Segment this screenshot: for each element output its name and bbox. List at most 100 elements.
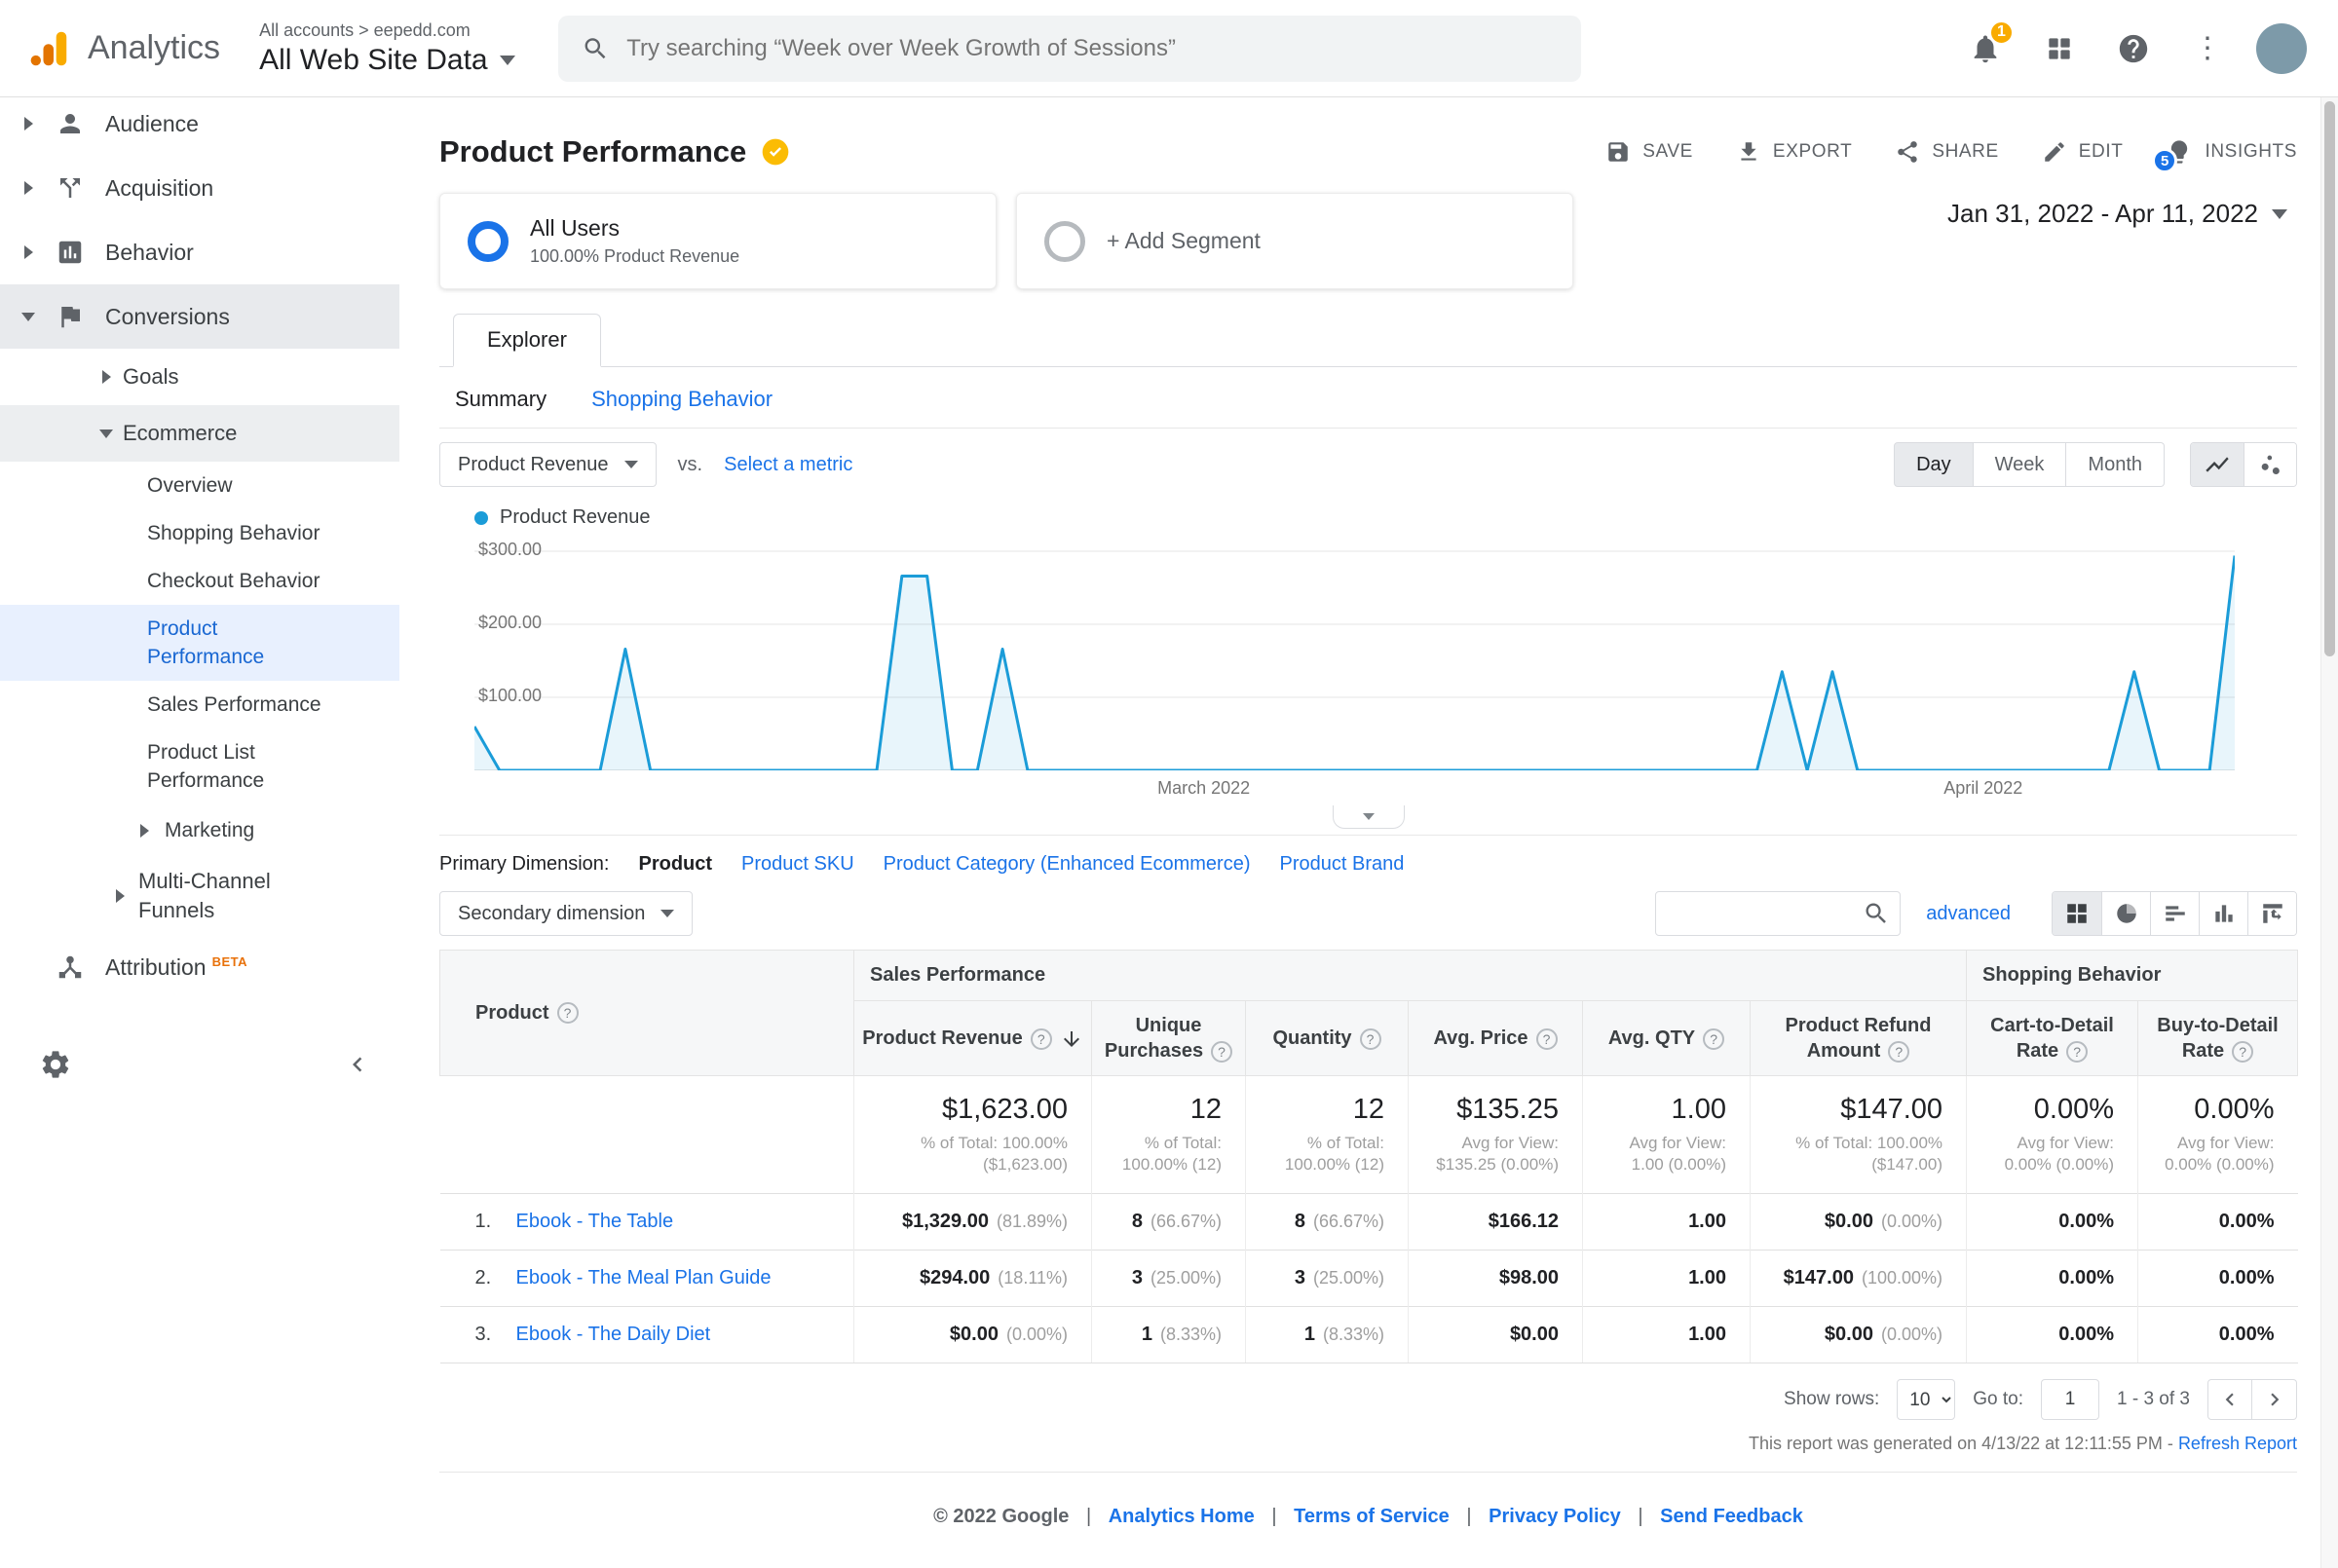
sidebar-item-audience[interactable]: Audience — [0, 97, 399, 156]
help-icon[interactable]: ? — [1888, 1040, 1910, 1063]
col-buy-to-detail-rate[interactable]: Buy-to-Detail Rate? — [2137, 1000, 2299, 1076]
group-sales-performance: Sales Performance — [852, 950, 1968, 1001]
help-icon[interactable]: ? — [1030, 1027, 1052, 1050]
scrollbar[interactable] — [2320, 97, 2338, 1568]
save-button[interactable]: SAVE — [1605, 139, 1693, 165]
add-segment-button[interactable]: + Add Segment — [1016, 193, 1573, 289]
help-icon[interactable]: ? — [556, 1002, 579, 1025]
analytics-logo[interactable]: Analytics — [0, 26, 220, 71]
account-switcher[interactable]: All accounts > eepedd.com All Web Site D… — [259, 20, 515, 77]
sidebar-item-goals[interactable]: Goals — [0, 349, 399, 405]
granularity-day[interactable]: Day — [1894, 442, 1974, 487]
sort-desc-icon[interactable] — [1060, 1027, 1083, 1051]
notifications-button[interactable]: 1 — [1956, 19, 2015, 78]
footer-link-privacy[interactable]: Privacy Policy — [1489, 1506, 1621, 1527]
col-product[interactable]: Product? — [439, 950, 854, 1076]
advanced-filter-link[interactable]: advanced — [1926, 903, 2011, 925]
search-icon[interactable] — [1863, 900, 1890, 927]
product-link[interactable]: Ebook - The Table — [516, 1211, 674, 1233]
col-product-refund-amount[interactable]: Product Refund Amount? — [1749, 1000, 1968, 1076]
metric-dropdown[interactable]: Product Revenue — [439, 442, 657, 487]
pivot-view-button[interactable] — [2247, 892, 2296, 935]
verified-badge-icon[interactable] — [760, 136, 791, 168]
col-product-revenue[interactable]: Product Revenue? — [853, 1000, 1092, 1076]
help-button[interactable] — [2104, 19, 2163, 78]
sidebar-item-product-list-performance[interactable]: Product List Performance — [0, 728, 399, 804]
sidebar-item-product-performance[interactable]: Product Performance — [0, 605, 399, 681]
global-search[interactable] — [557, 15, 1581, 82]
product-link[interactable]: Ebook - The Meal Plan Guide — [516, 1267, 772, 1289]
sidebar-item-marketing[interactable]: Marketing — [0, 804, 399, 857]
breadcrumb[interactable]: All accounts > eepedd.com — [259, 20, 515, 41]
select-metric-link[interactable]: Select a metric — [724, 454, 852, 476]
settings-gear-icon[interactable] — [39, 1048, 72, 1086]
sidebar-item-ecommerce[interactable]: Ecommerce — [0, 405, 399, 462]
account-avatar[interactable] — [2252, 19, 2311, 78]
help-icon[interactable]: ? — [1535, 1027, 1558, 1050]
product-link[interactable]: Ebook - The Daily Diet — [516, 1324, 711, 1346]
sidebar-item-shopping-behavior[interactable]: Shopping Behavior — [0, 509, 399, 557]
sidebar-item-attribution[interactable]: Attribution BETA — [0, 935, 399, 999]
col-quantity[interactable]: Quantity? — [1245, 1000, 1409, 1076]
col-cart-to-detail-rate[interactable]: Cart-to-Detail Rate? — [1966, 1000, 2139, 1076]
sidebar-item-multi-channel-funnels[interactable]: Multi-Channel Funnels — [0, 857, 399, 935]
edit-button[interactable]: EDIT — [2042, 139, 2124, 165]
date-range-picker[interactable]: Jan 31, 2022 - Apr 11, 2022 — [1947, 199, 2287, 229]
help-icon[interactable]: ? — [2232, 1040, 2254, 1063]
help-icon[interactable]: ? — [1211, 1040, 1233, 1063]
refresh-report-link[interactable]: Refresh Report — [2178, 1434, 2297, 1453]
footer-link-feedback[interactable]: Send Feedback — [1660, 1506, 1803, 1527]
sidebar-item-conversions[interactable]: Conversions — [0, 284, 399, 349]
prev-page-button[interactable] — [2207, 1379, 2252, 1421]
sidebar-collapse-button[interactable] — [343, 1050, 372, 1084]
help-icon[interactable]: ? — [1703, 1027, 1725, 1050]
col-avg-price[interactable]: Avg. Price? — [1408, 1000, 1583, 1076]
sidebar-item-checkout-behavior[interactable]: Checkout Behavior — [0, 557, 399, 605]
scatter-chart-button[interactable] — [2244, 443, 2296, 486]
table-search-input[interactable] — [1666, 902, 1852, 925]
dimension-product-brand[interactable]: Product Brand — [1280, 853, 1405, 876]
insights-button[interactable]: 5 INSIGHTS — [2152, 138, 2297, 173]
sidebar-item-overview[interactable]: Overview — [0, 462, 399, 509]
sidebar-item-sales-performance[interactable]: Sales Performance — [0, 681, 399, 728]
search-input[interactable] — [626, 34, 1558, 62]
table-view-button[interactable] — [2053, 892, 2101, 935]
apps-grid-button[interactable] — [2030, 19, 2089, 78]
legend-label: Product Revenue — [500, 506, 651, 528]
line-chart-button[interactable] — [2191, 443, 2244, 486]
granularity-week[interactable]: Week — [1973, 442, 2067, 487]
percentage-view-button[interactable] — [2101, 892, 2150, 935]
comparison-view-button[interactable] — [2199, 892, 2247, 935]
footer-link-analytics-home[interactable]: Analytics Home — [1109, 1506, 1255, 1527]
primary-dimension-label: Primary Dimension: — [439, 853, 610, 875]
performance-view-button[interactable] — [2150, 892, 2199, 935]
share-button[interactable]: SHARE — [1895, 139, 1998, 165]
subtab-summary[interactable]: Summary — [455, 387, 547, 412]
scrollbar-thumb[interactable] — [2324, 101, 2335, 656]
footer-link-terms[interactable]: Terms of Service — [1294, 1506, 1450, 1527]
dimension-product-sku[interactable]: Product SKU — [741, 853, 854, 876]
help-icon[interactable]: ? — [1359, 1027, 1381, 1050]
segment-all-users[interactable]: All Users 100.00% Product Revenue — [439, 193, 997, 289]
help-icon[interactable]: ? — [2066, 1040, 2089, 1063]
col-unique-purchases[interactable]: Unique Purchases? — [1091, 1000, 1246, 1076]
sidebar-item-behavior[interactable]: Behavior — [0, 220, 399, 284]
tab-explorer[interactable]: Explorer — [453, 314, 601, 367]
dimension-product-category[interactable]: Product Category (Enhanced Ecommerce) — [884, 853, 1251, 876]
subtab-shopping-behavior[interactable]: Shopping Behavior — [591, 387, 773, 412]
secondary-dimension-dropdown[interactable]: Secondary dimension — [439, 891, 694, 936]
goto-page-input[interactable] — [2041, 1379, 2099, 1421]
export-button[interactable]: EXPORT — [1736, 139, 1852, 165]
next-page-button[interactable] — [2252, 1379, 2297, 1421]
more-menu-button[interactable]: ⋮ — [2178, 19, 2237, 78]
granularity-month[interactable]: Month — [2066, 442, 2165, 487]
dimension-product[interactable]: Product — [638, 853, 712, 876]
y-axis-tick: $100.00 — [478, 685, 543, 705]
chart-collapse-button[interactable] — [1332, 805, 1405, 829]
show-rows-select[interactable]: 10 — [1897, 1379, 1956, 1421]
sidebar-item-acquisition[interactable]: Acquisition — [0, 156, 399, 220]
revenue-chart[interactable]: $300.00 $200.00 $100.00 — [474, 537, 2235, 770]
sidebar: Audience Acquisition Behavior Conversion… — [0, 97, 399, 1568]
col-avg-qty[interactable]: Avg. QTY? — [1582, 1000, 1751, 1076]
table-search[interactable] — [1655, 891, 1902, 936]
